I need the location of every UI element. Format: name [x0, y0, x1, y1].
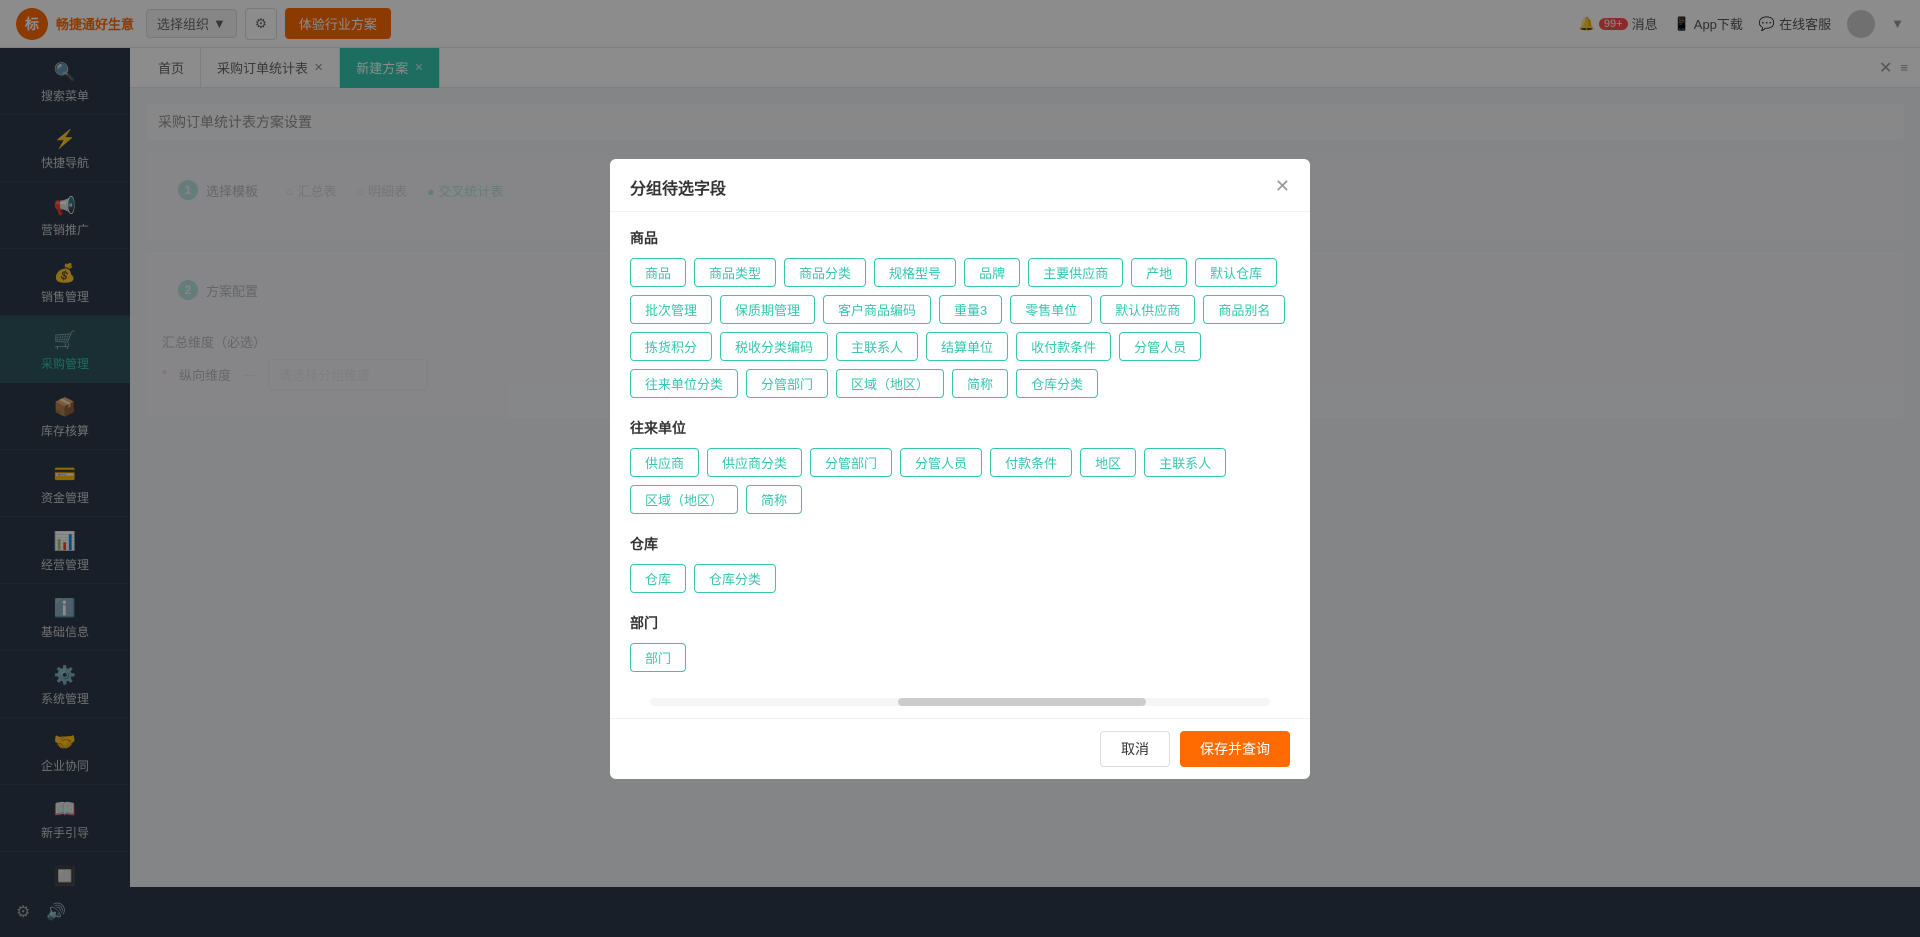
tag-warehouse-cat[interactable]: 仓库分类 — [1016, 369, 1098, 398]
tag-goods-alias[interactable]: 商品别名 — [1203, 295, 1285, 324]
modal-close-button[interactable]: ✕ — [1275, 176, 1290, 197]
modal-hscroll[interactable] — [650, 698, 1270, 706]
tag-warehouse[interactable]: 仓库 — [630, 564, 686, 593]
tag-weight[interactable]: 重量3 — [939, 295, 1002, 324]
tag-dept-managed[interactable]: 分管部门 — [746, 369, 828, 398]
section-dept-title: 部门 — [630, 613, 1290, 633]
section-warehouse-title: 仓库 — [630, 534, 1290, 554]
section-partner-tags: 供应商 供应商分类 分管部门 分管人员 付款条件 地区 主联系人 区域（地区） … — [630, 448, 1290, 514]
tag-area[interactable]: 地区 — [1080, 448, 1136, 477]
tag-short-name-partner[interactable]: 简称 — [746, 485, 802, 514]
modal-body: 商品 商品 商品类型 商品分类 规格型号 品牌 主要供应商 产地 默认仓库 批次… — [610, 212, 1310, 694]
modal-hscroll-area — [610, 694, 1310, 718]
tag-default-warehouse[interactable]: 默认仓库 — [1195, 258, 1277, 287]
tag-supplier-category[interactable]: 供应商分类 — [707, 448, 802, 477]
field-selection-modal: 分组待选字段 ✕ 商品 商品 商品类型 商品分类 规格型号 品牌 主要供应商 产… — [610, 159, 1310, 779]
section-partner-title: 往来单位 — [630, 418, 1290, 438]
tag-supervisor-partner[interactable]: 分管人员 — [900, 448, 982, 477]
tag-batch-mgmt[interactable]: 批次管理 — [630, 295, 712, 324]
modal-header: 分组待选字段 ✕ — [610, 159, 1310, 212]
tag-payment-partner[interactable]: 付款条件 — [990, 448, 1072, 477]
tag-origin[interactable]: 产地 — [1131, 258, 1187, 287]
tag-region-goods[interactable]: 区域（地区） — [836, 369, 944, 398]
tag-tax-code[interactable]: 税收分类编码 — [720, 332, 828, 361]
tag-spec-model[interactable]: 规格型号 — [874, 258, 956, 287]
section-partner: 往来单位 供应商 供应商分类 分管部门 分管人员 付款条件 地区 主联系人 区域… — [630, 418, 1290, 514]
tag-pick-points[interactable]: 拣货积分 — [630, 332, 712, 361]
tag-short-name[interactable]: 简称 — [952, 369, 1008, 398]
tag-shelf-life[interactable]: 保质期管理 — [720, 295, 815, 324]
tag-dept[interactable]: 部门 — [630, 643, 686, 672]
tag-goods-category[interactable]: 商品分类 — [784, 258, 866, 287]
tag-supervisor[interactable]: 分管人员 — [1119, 332, 1201, 361]
tag-payment-terms[interactable]: 收付款条件 — [1016, 332, 1111, 361]
tag-default-supplier[interactable]: 默认供应商 — [1100, 295, 1195, 324]
tag-partner-category[interactable]: 往来单位分类 — [630, 369, 738, 398]
modal-cancel-button[interactable]: 取消 — [1100, 731, 1170, 767]
modal-hscroll-thumb — [898, 698, 1146, 706]
section-goods: 商品 商品 商品类型 商品分类 规格型号 品牌 主要供应商 产地 默认仓库 批次… — [630, 228, 1290, 398]
tag-settlement-unit[interactable]: 结算单位 — [926, 332, 1008, 361]
tag-goods-type[interactable]: 商品类型 — [694, 258, 776, 287]
section-warehouse-tags: 仓库 仓库分类 — [630, 564, 1290, 593]
section-warehouse: 仓库 仓库 仓库分类 — [630, 534, 1290, 593]
tag-main-contact[interactable]: 主联系人 — [836, 332, 918, 361]
tag-main-supplier[interactable]: 主要供应商 — [1028, 258, 1123, 287]
tag-supplier[interactable]: 供应商 — [630, 448, 699, 477]
tag-main-contact-partner[interactable]: 主联系人 — [1144, 448, 1226, 477]
tag-brand[interactable]: 品牌 — [964, 258, 1020, 287]
tag-goods[interactable]: 商品 — [630, 258, 686, 287]
tag-customer-code[interactable]: 客户商品编码 — [823, 295, 931, 324]
tag-retail-unit[interactable]: 零售单位 — [1010, 295, 1092, 324]
section-goods-tags: 商品 商品类型 商品分类 规格型号 品牌 主要供应商 产地 默认仓库 批次管理 … — [630, 258, 1290, 398]
modal-footer: 取消 保存并查询 — [610, 718, 1310, 779]
modal-save-button[interactable]: 保存并查询 — [1180, 731, 1290, 767]
modal-title: 分组待选字段 — [630, 175, 726, 199]
tag-region-partner[interactable]: 区域（地区） — [630, 485, 738, 514]
modal-overlay: 分组待选字段 ✕ 商品 商品 商品类型 商品分类 规格型号 品牌 主要供应商 产… — [0, 0, 1920, 937]
section-dept-tags: 部门 — [630, 643, 1290, 672]
section-dept: 部门 部门 — [630, 613, 1290, 672]
tag-dept-partner[interactable]: 分管部门 — [810, 448, 892, 477]
tag-warehouse-category[interactable]: 仓库分类 — [694, 564, 776, 593]
section-goods-title: 商品 — [630, 228, 1290, 248]
